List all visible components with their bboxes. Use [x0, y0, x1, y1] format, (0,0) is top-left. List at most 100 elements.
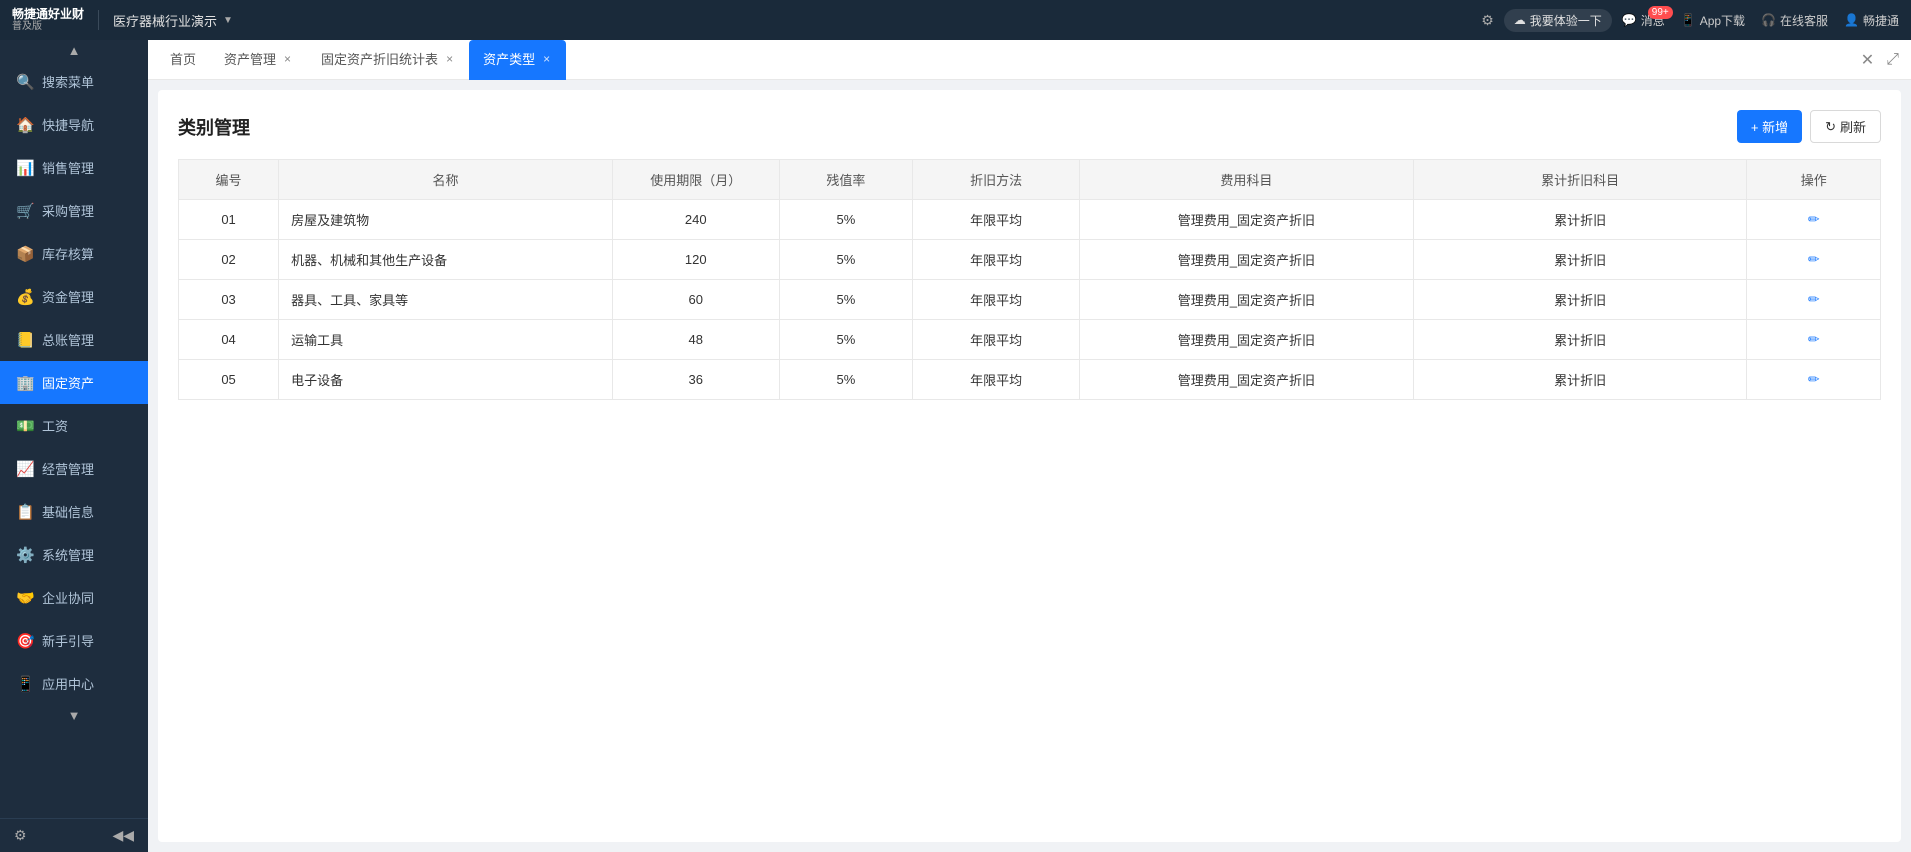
clipboard-icon: 📋	[16, 503, 34, 521]
sidebar-item-enterprise[interactable]: 🤝 企业协同	[0, 576, 148, 619]
notifications-button[interactable]: 💬 消息 99+	[1622, 12, 1665, 29]
refresh-icon: ↻	[1825, 119, 1836, 135]
sidebar-scroll-up[interactable]: ▲	[0, 40, 148, 60]
cell-accum[interactable]: 累计折旧	[1413, 200, 1747, 240]
cell-period: 120	[612, 240, 779, 280]
cell-residual: 5%	[779, 200, 912, 240]
sidebar-item-fixed-assets[interactable]: 🏢 固定资产	[0, 361, 148, 404]
cell-method: 年限平均	[913, 320, 1080, 360]
home-icon: 🏠	[16, 116, 34, 134]
tab-close-depreciation[interactable]: ×	[444, 52, 455, 66]
sidebar-item-appcenter[interactable]: 📱 应用中心	[0, 662, 148, 705]
top-bar-right: 💬 消息 99+ 📱 App下载 🎧 在线客服 👤 畅捷通	[1622, 12, 1899, 29]
edit-icon[interactable]: ✏	[1808, 251, 1820, 267]
col-header-period: 使用期限（月）	[612, 160, 779, 200]
collapse-icon[interactable]: ◀◀	[112, 827, 134, 844]
cell-accum[interactable]: 累计折旧	[1413, 280, 1747, 320]
table-row: 04 运输工具 48 5% 年限平均 管理费用_固定资产折旧 累计折旧 ✏	[179, 320, 1881, 360]
sidebar-item-label: 工资	[42, 416, 68, 435]
sidebar-item-operations[interactable]: 📈 经营管理	[0, 447, 148, 490]
settings-bottom-icon[interactable]: ⚙	[14, 827, 27, 844]
sidebar-item-label: 新手引导	[42, 631, 94, 650]
sidebar-item-label: 系统管理	[42, 545, 94, 564]
col-header-residual: 残值率	[779, 160, 912, 200]
table-row: 05 电子设备 36 5% 年限平均 管理费用_固定资产折旧 累计折旧 ✏	[179, 360, 1881, 400]
sidebar-item-inventory[interactable]: 📦 库存核算	[0, 232, 148, 275]
cell-expense: 管理费用_固定资产折旧	[1080, 240, 1414, 280]
sidebar-item-system[interactable]: ⚙️ 系统管理	[0, 533, 148, 576]
sidebar: ▲ 🔍 搜索菜单 🏠 快捷导航 📊 销售管理 🛒 采购管理 📦 库存核算 💰 资…	[0, 40, 148, 852]
tab-asset-type[interactable]: 资产类型 ×	[469, 40, 566, 80]
mobile-icon: 📱	[1681, 13, 1696, 27]
cell-name[interactable]: 电子设备	[279, 360, 613, 400]
dropdown-arrow-icon: ▼	[223, 15, 233, 26]
sidebar-item-label: 采购管理	[42, 201, 94, 220]
cell-name[interactable]: 运输工具	[279, 320, 613, 360]
app-logo: 畅捷通好业财 普及版	[12, 7, 84, 33]
money-icon: 💰	[16, 288, 34, 306]
maximize-button[interactable]: ⤢	[1882, 47, 1903, 73]
tab-close-asset-mgmt[interactable]: ×	[282, 52, 293, 66]
cell-no: 04	[179, 320, 279, 360]
experience-button[interactable]: ☁ 我要体验一下	[1504, 9, 1612, 32]
sidebar-item-basic[interactable]: 📋 基础信息	[0, 490, 148, 533]
sidebar-item-quicknav[interactable]: 🏠 快捷导航	[0, 103, 148, 146]
sidebar-item-payroll[interactable]: 💵 工资	[0, 404, 148, 447]
cell-residual: 5%	[779, 320, 912, 360]
edit-icon[interactable]: ✏	[1808, 211, 1820, 227]
cell-residual: 5%	[779, 280, 912, 320]
payroll-icon: 💵	[16, 417, 34, 435]
sidebar-item-finance[interactable]: 💰 资金管理	[0, 275, 148, 318]
cart-icon: 🛒	[16, 202, 34, 220]
app-download-button[interactable]: 📱 App下载	[1681, 12, 1745, 29]
online-service-button[interactable]: 🎧 在线客服	[1761, 12, 1828, 29]
headset-icon: 🎧	[1761, 13, 1776, 27]
close-window-button[interactable]: ✕	[1857, 46, 1878, 74]
col-header-no: 编号	[179, 160, 279, 200]
settings-icon[interactable]: ⚙	[1481, 12, 1494, 29]
cell-name[interactable]: 机器、机械和其他生产设备	[279, 240, 613, 280]
cell-no: 05	[179, 360, 279, 400]
sidebar-item-ledger[interactable]: 📒 总账管理	[0, 318, 148, 361]
sidebar-item-sales[interactable]: 📊 销售管理	[0, 146, 148, 189]
edit-icon[interactable]: ✏	[1808, 331, 1820, 347]
sidebar-scroll-down[interactable]: ▼	[0, 705, 148, 725]
cell-op: ✏	[1747, 280, 1881, 320]
cell-expense: 管理费用_固定资产折旧	[1080, 280, 1414, 320]
content-area: 首页 资产管理 × 固定资产折旧统计表 × 资产类型 × ✕ ⤢ 类	[148, 40, 1911, 852]
cell-op: ✏	[1747, 360, 1881, 400]
sidebar-item-guide[interactable]: 🎯 新手引导	[0, 619, 148, 662]
cell-method: 年限平均	[913, 360, 1080, 400]
col-header-method: 折旧方法	[913, 160, 1080, 200]
cell-period: 60	[612, 280, 779, 320]
sidebar-item-purchase[interactable]: 🛒 采购管理	[0, 189, 148, 232]
cell-name[interactable]: 房屋及建筑物	[279, 200, 613, 240]
cell-accum[interactable]: 累计折旧	[1413, 240, 1747, 280]
cell-period: 36	[612, 360, 779, 400]
handshake-icon: 🤝	[16, 589, 34, 607]
tab-asset-mgmt[interactable]: 资产管理 ×	[210, 40, 307, 80]
cell-expense: 管理费用_固定资产折旧	[1080, 360, 1414, 400]
table-row: 01 房屋及建筑物 240 5% 年限平均 管理费用_固定资产折旧 累计折旧 ✏	[179, 200, 1881, 240]
company-selector[interactable]: 医疗器械行业演示 ▼	[113, 11, 1471, 30]
sidebar-item-label: 经营管理	[42, 459, 94, 478]
edit-icon[interactable]: ✏	[1808, 291, 1820, 307]
sidebar-item-search[interactable]: 🔍 搜索菜单	[0, 60, 148, 103]
new-button[interactable]: + 新增	[1737, 110, 1802, 143]
tab-home[interactable]: 首页	[156, 40, 210, 80]
sidebar-item-label: 应用中心	[42, 674, 94, 693]
col-header-op: 操作	[1747, 160, 1881, 200]
cell-no: 01	[179, 200, 279, 240]
tab-close-asset-type[interactable]: ×	[541, 52, 552, 66]
cell-expense: 管理费用_固定资产折旧	[1080, 200, 1414, 240]
cell-name[interactable]: 器具、工具、家具等	[279, 280, 613, 320]
cell-expense: 管理费用_固定资产折旧	[1080, 320, 1414, 360]
cell-accum[interactable]: 累计折旧	[1413, 360, 1747, 400]
tab-depreciation[interactable]: 固定资产折旧统计表 ×	[307, 40, 469, 80]
sidebar-item-label: 库存核算	[42, 244, 94, 263]
col-header-name: 名称	[279, 160, 613, 200]
user-menu[interactable]: 👤 畅捷通	[1844, 12, 1899, 29]
edit-icon[interactable]: ✏	[1808, 371, 1820, 387]
refresh-button[interactable]: ↻ 刷新	[1810, 110, 1881, 143]
cell-accum[interactable]: 累计折旧	[1413, 320, 1747, 360]
